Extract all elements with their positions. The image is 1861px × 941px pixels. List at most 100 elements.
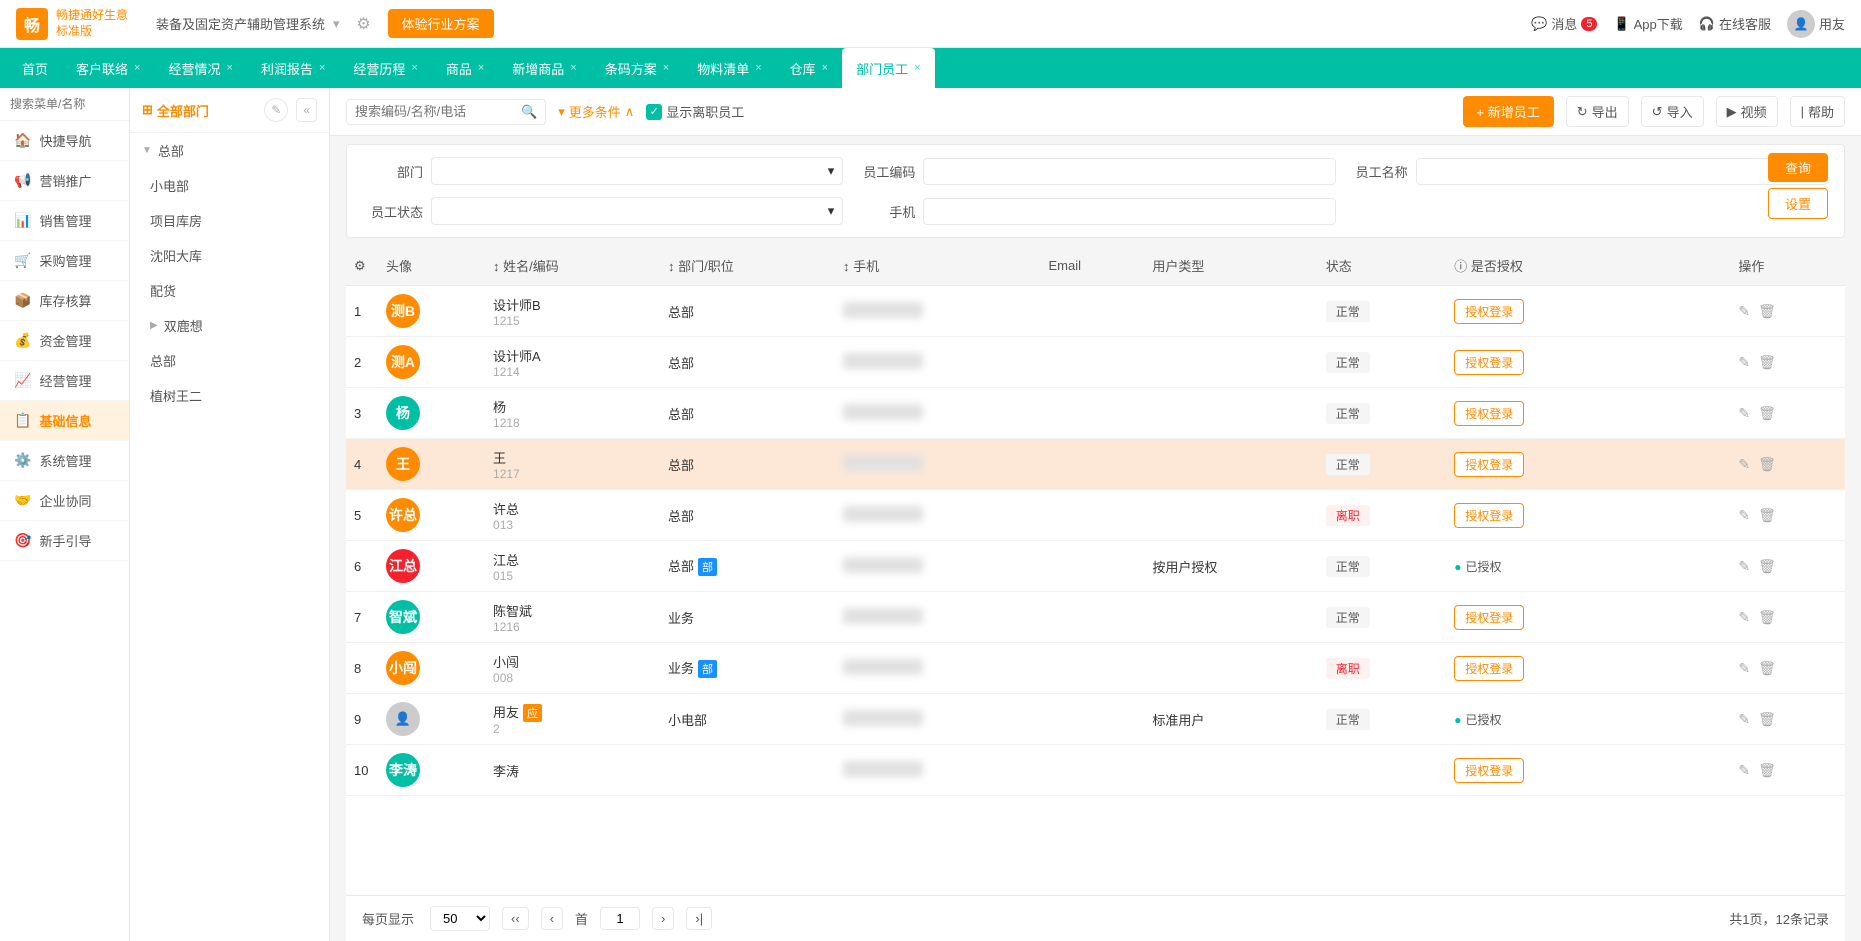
delete-btn[interactable]: 🗑 <box>1758 711 1776 728</box>
last-page-btn[interactable]: ›| <box>686 907 712 930</box>
close-icon[interactable]: × <box>822 62 828 74</box>
close-icon[interactable]: × <box>755 62 761 74</box>
add-employee-btn[interactable]: + 新增员工 <box>1463 96 1554 127</box>
close-icon[interactable]: × <box>319 62 325 74</box>
more-condition-btn[interactable]: ▾ 更多条件 ∧ <box>558 102 634 121</box>
help-btn[interactable]: | 帮助 <box>1790 96 1845 127</box>
query-btn[interactable]: 查询 <box>1768 153 1828 182</box>
sidebar-item-basic[interactable]: 📋 基础信息 <box>0 401 129 441</box>
tab-employee[interactable]: 部门员工 × <box>842 48 934 88</box>
tab-profit[interactable]: 利润报告 × <box>247 48 339 88</box>
emp-code-input[interactable] <box>923 158 1335 185</box>
auth-login-btn[interactable]: 授权登录 <box>1454 299 1524 324</box>
sidebar-item-guide[interactable]: 🎯 新手引导 <box>0 521 129 561</box>
dept-node-plant[interactable]: 植树王二 <box>130 378 329 413</box>
sidebar-item-finance[interactable]: 💰 资金管理 <box>0 321 129 361</box>
sidebar-item-inventory[interactable]: 📦 库存核算 <box>0 281 129 321</box>
auth-login-btn[interactable]: 授权登录 <box>1454 452 1524 477</box>
edit-btn[interactable]: ✎ <box>1738 405 1750 422</box>
close-icon[interactable]: × <box>570 62 576 74</box>
edit-btn[interactable]: ✎ <box>1738 303 1750 320</box>
page-input[interactable] <box>600 907 640 930</box>
user-area[interactable]: 👤 用友 <box>1787 10 1845 38</box>
gear-button[interactable]: ⚙ <box>348 8 380 40</box>
emp-name-input[interactable] <box>1416 158 1828 185</box>
online-service-btn[interactable]: 🎧 在线客服 <box>1699 14 1771 33</box>
first-page-btn[interactable]: ‹‹ <box>502 907 529 930</box>
delete-btn[interactable]: 🗑 <box>1758 660 1776 677</box>
tab-home[interactable]: 首页 <box>8 48 62 88</box>
edit-btn[interactable]: ✎ <box>1738 660 1750 677</box>
sidebar-item-quick-nav[interactable]: 🏠 快捷导航 <box>0 121 129 161</box>
app-download-btn[interactable]: 📱 App下载 <box>1613 14 1682 33</box>
edit-btn[interactable]: ✎ <box>1738 609 1750 626</box>
delete-btn[interactable]: 🗑 <box>1758 762 1776 779</box>
sidebar-item-system[interactable]: ⚙️ 系统管理 <box>0 441 129 481</box>
edit-btn[interactable]: ✎ <box>1738 507 1750 524</box>
per-page-select[interactable]: 50 20 100 <box>430 906 490 931</box>
delete-btn[interactable]: 🗑 <box>1758 609 1776 626</box>
edit-btn[interactable]: ✎ <box>1738 762 1750 779</box>
dept-node-small-elec[interactable]: 小电部 <box>130 168 329 203</box>
message-btn[interactable]: 💬 消息 5 <box>1531 14 1597 33</box>
import-btn[interactable]: ↺ 导入 <box>1641 96 1704 127</box>
phone-input[interactable] <box>923 198 1335 225</box>
edit-btn[interactable]: ✎ <box>1738 456 1750 473</box>
sidebar-search-input[interactable] <box>10 97 130 111</box>
dept-node-distribution[interactable]: 配货 <box>130 273 329 308</box>
tab-bom[interactable]: 物料清单 × <box>683 48 775 88</box>
view-btn[interactable]: ▶ 视频 <box>1716 96 1778 127</box>
edit-btn[interactable]: ✎ <box>1738 711 1750 728</box>
delete-btn[interactable]: 🗑 <box>1758 456 1776 473</box>
close-icon[interactable]: × <box>411 62 417 74</box>
tab-process[interactable]: 经营历程 × <box>339 48 431 88</box>
export-btn[interactable]: ↻ 导出 <box>1566 96 1629 127</box>
trial-btn[interactable]: 体验行业方案 <box>388 9 494 38</box>
sidebar-item-marketing[interactable]: 📢 营销推广 <box>0 161 129 201</box>
tab-customer[interactable]: 客户联络 × <box>62 48 154 88</box>
auth-login-btn[interactable]: 授权登录 <box>1454 503 1524 528</box>
delete-btn[interactable]: 🗑 <box>1758 405 1776 422</box>
dept-node-project[interactable]: 项目库房 <box>130 203 329 238</box>
emp-status-select[interactable]: ▾ <box>431 197 843 225</box>
delete-btn[interactable]: 🗑 <box>1758 558 1776 575</box>
show-resigned-checkbox[interactable]: ✓ 显示离职员工 <box>646 102 744 121</box>
close-icon[interactable]: × <box>914 62 920 74</box>
tab-barcode[interactable]: 条码方案 × <box>591 48 683 88</box>
delete-btn[interactable]: 🗑 <box>1758 507 1776 524</box>
delete-btn[interactable]: 🗑 <box>1758 303 1776 320</box>
reset-btn[interactable]: 设置 <box>1768 188 1828 219</box>
auth-login-btn[interactable]: 授权登录 <box>1454 401 1524 426</box>
prev-page-btn[interactable]: ‹ <box>541 907 563 930</box>
dept-node-hq[interactable]: 总部 <box>130 343 329 378</box>
dept-node-double[interactable]: ▶ 双鹿想 <box>130 308 329 343</box>
tab-warehouse[interactable]: 仓库 × <box>776 48 842 88</box>
auth-login-btn[interactable]: 授权登录 <box>1454 605 1524 630</box>
auth-login-btn[interactable]: 授权登录 <box>1454 656 1524 681</box>
delete-btn[interactable]: 🗑 <box>1758 354 1776 371</box>
close-icon[interactable]: × <box>134 62 140 74</box>
sidebar-item-business[interactable]: 📈 经营管理 <box>0 361 129 401</box>
dept-node-hq-group[interactable]: ▼ 总部 <box>130 133 329 168</box>
auth-login-btn[interactable]: 授权登录 <box>1454 758 1524 783</box>
sidebar-item-collab[interactable]: 🤝 企业协同 <box>0 481 129 521</box>
next-page-btn[interactable]: › <box>652 907 674 930</box>
dept-node-shenyang[interactable]: 沈阳大库 <box>130 238 329 273</box>
collapse-tree-btn[interactable]: « <box>296 98 317 122</box>
edit-dept-btn[interactable]: ✎ <box>264 98 288 122</box>
close-icon[interactable]: × <box>663 62 669 74</box>
dept-select[interactable]: ▾ <box>431 157 843 185</box>
edit-btn[interactable]: ✎ <box>1738 354 1750 371</box>
auth-login-btn[interactable]: 授权登录 <box>1454 350 1524 375</box>
edit-btn[interactable]: ✎ <box>1738 558 1750 575</box>
close-icon[interactable]: × <box>478 62 484 74</box>
tab-goods[interactable]: 商品 × <box>432 48 498 88</box>
tab-operation[interactable]: 经营情况 × <box>154 48 246 88</box>
sidebar-item-sales[interactable]: 📊 销售管理 <box>0 201 129 241</box>
employee-search-input[interactable] <box>355 104 515 119</box>
row-email <box>1040 490 1144 541</box>
tab-new-goods[interactable]: 新增商品 × <box>498 48 590 88</box>
close-icon[interactable]: × <box>226 62 232 74</box>
table-row: 10李涛李涛授权登录✎🗑 <box>346 745 1845 796</box>
sidebar-item-purchase[interactable]: 🛒 采购管理 <box>0 241 129 281</box>
